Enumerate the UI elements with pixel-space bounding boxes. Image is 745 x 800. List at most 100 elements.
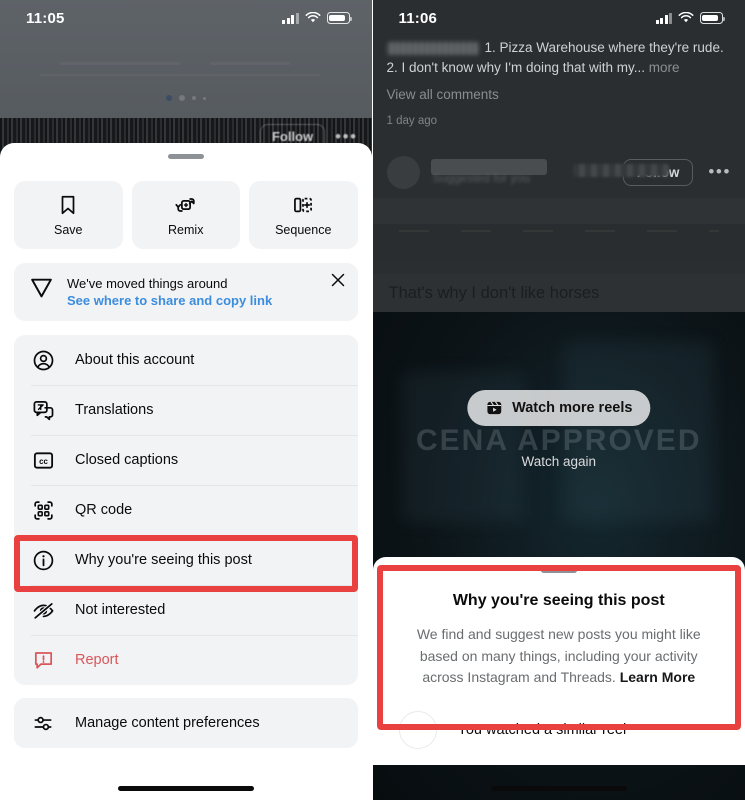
why-seeing-this-post-sheet: Why you're seeing this post We find and …: [372, 557, 745, 765]
battery-icon: [700, 12, 725, 24]
menu-item-label: About this account: [75, 352, 195, 368]
post-divider-band: [372, 224, 745, 260]
quick-actions-row: Save Remix Sequence: [0, 159, 372, 249]
banner-title: We've moved things around: [67, 276, 228, 291]
comparison-screenshots: 11:05 Follow ••• Save Remix Sequence We'…: [0, 0, 745, 800]
sequence-button[interactable]: Sequence: [249, 181, 358, 249]
report-icon: [31, 648, 55, 672]
remix-button[interactable]: Remix: [131, 181, 240, 249]
menu-item-label: Translations: [75, 402, 154, 418]
sliders-icon: [31, 711, 55, 735]
sheet-title: Why you're seeing this post: [452, 592, 665, 609]
secondary-options-menu: Manage content preferences: [14, 698, 358, 748]
caption-text-1: 1. Pizza Warehouse where they're rude.: [484, 40, 724, 55]
blurred-text-line: [60, 62, 180, 65]
account-circle-icon: [31, 348, 55, 372]
status-indicators: [655, 12, 725, 24]
reason-label: You watched a similar reel: [457, 722, 627, 739]
moved-things-banner[interactable]: We've moved things around See where to s…: [14, 263, 358, 321]
blurred-metadata: [572, 163, 669, 177]
carousel-dot[interactable]: [191, 96, 196, 100]
left-screen: 11:05 Follow ••• Save Remix Sequence We'…: [0, 0, 372, 800]
reason-row[interactable]: You watched a similar reel: [373, 689, 745, 750]
menu-item-label: Report: [75, 652, 119, 668]
wifi-icon: [678, 12, 694, 23]
video-subtitle-text: That's why I don't like horses: [388, 283, 600, 302]
carousel-dots: [0, 95, 372, 101]
battery-icon: [326, 12, 352, 24]
options-menu: About this account Translations cc Close…: [14, 335, 358, 685]
save-button[interactable]: Save: [14, 181, 123, 249]
cellular-signal-icon: [655, 12, 672, 24]
banner-text: We've moved things around See where to s…: [67, 275, 272, 308]
home-indicator: [0, 786, 372, 791]
home-indicator: [373, 786, 745, 791]
bookmark-icon: [61, 195, 75, 214]
caption-line-2: 2. I don't know why I'm doing that with …: [387, 58, 732, 78]
menu-item-closed-captions[interactable]: cc Closed captions: [14, 435, 358, 485]
menu-item-translations[interactable]: Translations: [14, 385, 358, 435]
blurred-text-line: [40, 74, 320, 76]
watch-more-reels-label: Watch more reels: [512, 400, 633, 416]
post-caption: 1. Pizza Warehouse where they're rude. 2…: [373, 38, 745, 130]
share-paperplane-icon: [31, 278, 52, 298]
video-watermark: CENA APPROVED: [416, 424, 702, 457]
blurred-text-line: [210, 62, 290, 65]
suggested-for-you-label: Suggested for you: [432, 170, 530, 185]
menu-item-report[interactable]: Report: [14, 635, 358, 685]
status-time: 11:06: [398, 9, 438, 27]
cellular-signal-icon: [282, 12, 299, 24]
sheet-grabber[interactable]: [540, 568, 577, 573]
svg-text:cc: cc: [39, 456, 48, 465]
quick-action-label: Remix: [168, 222, 204, 237]
view-all-comments-link[interactable]: View all comments: [387, 85, 732, 105]
blurred-username: [386, 41, 479, 55]
sequence-icon: [294, 197, 313, 212]
carousel-dot[interactable]: [202, 96, 206, 100]
menu-item-manage-content-preferences[interactable]: Manage content preferences: [14, 698, 358, 748]
sheet-body: We find and suggest new posts you might …: [373, 610, 745, 689]
banner-link[interactable]: See where to share and copy link: [67, 293, 272, 308]
ellipsis-icon[interactable]: •••: [704, 162, 731, 182]
close-icon[interactable]: [331, 273, 345, 287]
watch-again-label[interactable]: Watch again: [373, 454, 745, 469]
status-bar: 11:05: [0, 0, 372, 36]
wifi-icon: [305, 12, 320, 23]
video-subtitle-bar: That's why I don't like horses: [372, 274, 745, 312]
learn-more-link[interactable]: Learn More: [620, 669, 695, 685]
reels-icon: [487, 401, 501, 415]
closed-captions-icon: cc: [31, 448, 55, 472]
avatar[interactable]: [386, 155, 420, 189]
menu-item-not-interested[interactable]: Not interested: [14, 585, 358, 635]
menu-item-label: Closed captions: [75, 452, 179, 468]
translate-icon: [31, 398, 55, 422]
quick-action-label: Sequence: [275, 222, 332, 237]
caption-more-link[interactable]: more: [649, 60, 680, 75]
caption-line-1: 1. Pizza Warehouse where they're rude.: [386, 38, 732, 58]
post-spacer-band: [372, 198, 745, 224]
quick-action-label: Save: [54, 222, 83, 237]
caption-text-2: 2. I don't know why I'm doing that with …: [386, 60, 646, 76]
info-circle-icon: [31, 548, 55, 572]
right-screen: 11:06 1. Pizza Warehouse where they're r…: [372, 0, 745, 800]
menu-item-label: Why you're seeing this post: [75, 552, 252, 568]
eye-off-icon: [31, 598, 55, 622]
qr-code-icon: [31, 498, 55, 522]
carousel-dot[interactable]: [178, 95, 185, 101]
status-bar: 11:06: [373, 0, 745, 36]
status-time: 11:05: [26, 9, 65, 27]
menu-item-about-this-account[interactable]: About this account: [14, 335, 358, 385]
menu-item-qr-code[interactable]: QR code: [14, 485, 358, 535]
suggested-post-header: Suggested for you Follow •••: [373, 146, 745, 198]
watch-more-reels-button[interactable]: Watch more reels: [467, 390, 651, 426]
post-timestamp: 1 day ago: [386, 114, 438, 127]
menu-item-label: Not interested: [75, 602, 166, 618]
menu-item-why-youre-seeing-this-post[interactable]: Why you're seeing this post: [14, 535, 358, 585]
status-indicators: [282, 12, 352, 24]
carousel-dot-active[interactable]: [165, 95, 172, 101]
menu-item-label: Manage content preferences: [75, 715, 260, 731]
remix-icon: [175, 197, 195, 212]
menu-item-label: QR code: [75, 502, 133, 518]
suggested-post-identity: Suggested for you: [430, 156, 669, 189]
left-action-sheet: Save Remix Sequence We've moved things a…: [0, 143, 372, 800]
